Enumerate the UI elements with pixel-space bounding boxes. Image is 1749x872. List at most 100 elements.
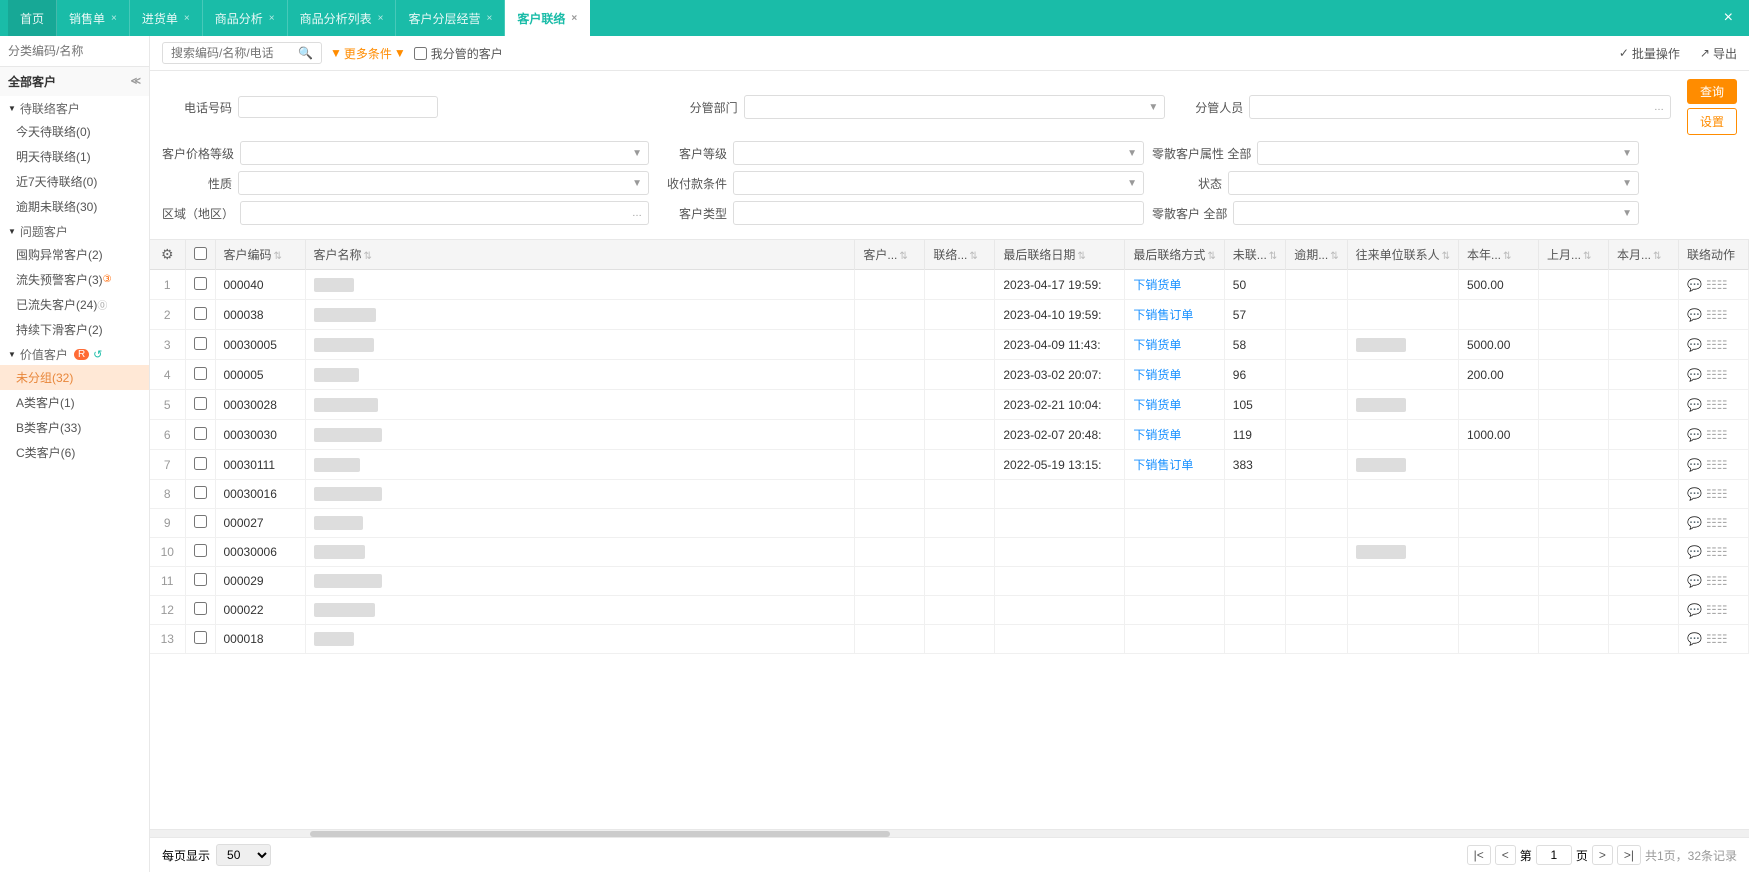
chat-icon[interactable]: 💬 <box>1687 428 1702 442</box>
row-checkbox-cell[interactable] <box>185 330 215 360</box>
scrollbar-thumb[interactable] <box>310 831 890 837</box>
row-checkbox[interactable] <box>194 631 207 644</box>
row-checkbox[interactable] <box>194 457 207 470</box>
row-checkbox-cell[interactable] <box>185 270 215 300</box>
row-checkbox-cell[interactable] <box>185 538 215 567</box>
more-action-icon[interactable]: ☷☷ <box>1706 398 1728 412</box>
tab-sales-close[interactable]: × <box>111 13 117 24</box>
row-checkbox[interactable] <box>194 277 207 290</box>
row-checkbox-cell[interactable] <box>185 420 215 450</box>
sidebar-item-ungraded[interactable]: 未分组(32) <box>0 365 149 390</box>
horizontal-scrollbar[interactable] <box>150 829 1749 837</box>
tab-customer-segment[interactable]: 客户分层经营 × <box>396 0 505 36</box>
chat-icon[interactable]: 💬 <box>1687 398 1702 412</box>
sidebar-search-input[interactable] <box>8 44 150 58</box>
prev-page-btn[interactable]: < <box>1495 845 1516 865</box>
tab-customer-segment-close[interactable]: × <box>486 13 492 24</box>
next-page-btn[interactable]: > <box>1592 845 1613 865</box>
last-method-link[interactable]: 下销货单 <box>1133 428 1181 442</box>
manager-select[interactable]: … <box>1249 95 1671 119</box>
more-action-icon[interactable]: ☷☷ <box>1706 368 1728 382</box>
row-last-method[interactable]: 下销售订单 <box>1125 450 1224 480</box>
row-checkbox-cell[interactable] <box>185 625 215 654</box>
chat-icon[interactable]: 💬 <box>1687 338 1702 352</box>
per-page-select[interactable]: 50 100 200 <box>216 844 271 866</box>
more-action-icon[interactable]: ☷☷ <box>1706 278 1728 292</box>
row-checkbox[interactable] <box>194 307 207 320</box>
more-action-icon[interactable]: ☷☷ <box>1706 545 1728 559</box>
row-last-method[interactable]: 下销售订单 <box>1125 300 1224 330</box>
chat-icon[interactable]: 💬 <box>1687 458 1702 472</box>
row-checkbox-cell[interactable] <box>185 567 215 596</box>
last-method-link[interactable]: 下销货单 <box>1133 338 1181 352</box>
sidebar-item-class-a[interactable]: A类客户(1) <box>0 390 149 415</box>
sidebar-item-abnormal[interactable]: 囤购异常客户(2) <box>0 242 149 267</box>
price-level-select[interactable]: ▼ <box>240 141 649 165</box>
row-checkbox-cell[interactable] <box>185 480 215 509</box>
more-action-icon[interactable]: ☷☷ <box>1706 574 1728 588</box>
chat-icon[interactable]: 💬 <box>1687 603 1702 617</box>
more-action-icon[interactable]: ☷☷ <box>1706 308 1728 322</box>
query-button[interactable]: 查询 <box>1687 79 1737 104</box>
sidebar-item-declining[interactable]: 持续下滑客户(2) <box>0 317 149 342</box>
row-checkbox-cell[interactable] <box>185 360 215 390</box>
tab-purchase[interactable]: 进货单 × <box>130 0 203 36</box>
phone-input[interactable] <box>238 96 438 118</box>
settings-icon[interactable]: ⚙ <box>161 246 174 262</box>
row-checkbox-cell[interactable] <box>185 509 215 538</box>
more-action-icon[interactable]: ☷☷ <box>1706 338 1728 352</box>
row-checkbox[interactable] <box>194 602 207 615</box>
my-customers-checkbox[interactable] <box>414 47 427 60</box>
row-checkbox-cell[interactable] <box>185 390 215 420</box>
batch-operation-btn[interactable]: ✓ 批量操作 <box>1619 45 1680 62</box>
last-method-link[interactable]: 下销货单 <box>1133 398 1181 412</box>
chat-icon[interactable]: 💬 <box>1687 574 1702 588</box>
last-method-link[interactable]: 下销售订单 <box>1133 308 1193 322</box>
tab-product-analysis-close[interactable]: × <box>269 13 275 24</box>
chat-icon[interactable]: 💬 <box>1687 368 1702 382</box>
export-btn[interactable]: ↗ 导出 <box>1700 45 1737 62</box>
chat-icon[interactable]: 💬 <box>1687 487 1702 501</box>
chat-icon[interactable]: 💬 <box>1687 308 1702 322</box>
reset-button[interactable]: 设置 <box>1687 108 1737 135</box>
row-checkbox[interactable] <box>194 337 207 350</box>
sidebar-item-7day-pending[interactable]: 近7天待联络(0) <box>0 169 149 194</box>
th-check[interactable] <box>185 240 215 270</box>
row-checkbox[interactable] <box>194 573 207 586</box>
tab-product-analysis-list-close[interactable]: × <box>378 13 384 24</box>
sidebar-item-churn-warning[interactable]: 流失预警客户(3) ③ <box>0 267 149 292</box>
retail-customer-select[interactable]: ▼ <box>1233 201 1639 225</box>
all-customers-header[interactable]: 全部客户 ≪ <box>0 67 149 96</box>
last-method-link[interactable]: 下销货单 <box>1133 278 1181 292</box>
more-action-icon[interactable]: ☷☷ <box>1706 458 1728 472</box>
tab-sales[interactable]: 销售单 × <box>57 0 130 36</box>
page-number-input[interactable] <box>1536 845 1572 865</box>
nav-close-button[interactable]: × <box>1716 9 1741 27</box>
chat-icon[interactable]: 💬 <box>1687 545 1702 559</box>
filter-search-input[interactable] <box>171 46 294 60</box>
more-conditions-btn[interactable]: ▼ 更多条件 ▼ <box>330 45 406 62</box>
chat-icon[interactable]: 💬 <box>1687 516 1702 530</box>
row-last-method[interactable]: 下销货单 <box>1125 270 1224 300</box>
tab-purchase-close[interactable]: × <box>184 13 190 24</box>
value-refresh-icon[interactable]: ↺ <box>93 348 102 361</box>
row-checkbox[interactable] <box>194 367 207 380</box>
first-page-btn[interactable]: |< <box>1467 845 1491 865</box>
th-gear[interactable]: ⚙ <box>150 240 185 270</box>
row-checkbox-cell[interactable] <box>185 596 215 625</box>
row-checkbox-cell[interactable] <box>185 450 215 480</box>
select-all-checkbox[interactable] <box>194 247 207 260</box>
sidebar-item-churned[interactable]: 已流失客户(24) ⓪ <box>0 292 149 317</box>
retail-attr-select[interactable]: ▼ <box>1257 141 1639 165</box>
my-customers-checkbox-label[interactable]: 我分管的客户 <box>414 45 503 62</box>
row-last-method[interactable]: 下销货单 <box>1125 330 1224 360</box>
more-action-icon[interactable]: ☷☷ <box>1706 516 1728 530</box>
region-select[interactable]: … <box>240 201 649 225</box>
nature-select[interactable]: ▼ <box>238 171 649 195</box>
row-checkbox[interactable] <box>194 397 207 410</box>
tab-customer-contact[interactable]: 客户联络 × <box>505 0 590 36</box>
more-action-icon[interactable]: ☷☷ <box>1706 603 1728 617</box>
last-method-link[interactable]: 下销货单 <box>1133 368 1181 382</box>
tab-customer-contact-close[interactable]: × <box>571 13 577 24</box>
row-checkbox[interactable] <box>194 486 207 499</box>
